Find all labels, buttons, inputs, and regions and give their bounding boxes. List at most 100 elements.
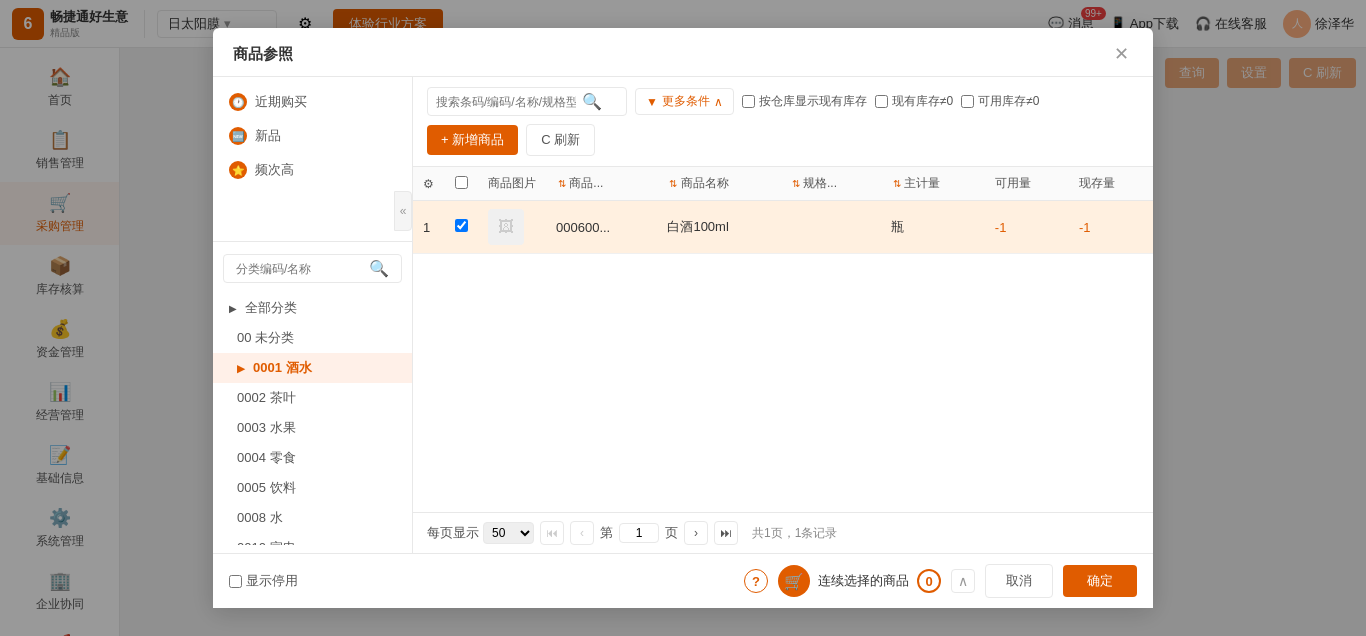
sort-icon: ⇅ [558,178,566,189]
category-search-input[interactable] [236,262,363,276]
left-panel: 🕐 近期购买 🆕 新品 ⭐ 频次高 « 🔍 [213,77,413,553]
tree-expand-icon: ▶ [229,303,237,314]
dialog-body: 🕐 近期购买 🆕 新品 ⭐ 频次高 « 🔍 [213,77,1153,553]
warehouse-display-checkbox[interactable]: 按仓库显示现有库存 [742,93,867,110]
row-spec [780,201,881,254]
clock-icon: 🕐 [229,93,247,111]
dialog-footer: 显示停用 ? 🛒 连续选择的商品 0 ∧ 取消 确定 [213,553,1153,608]
page-number-input[interactable] [619,523,659,543]
filter-icon: ▼ [646,95,658,109]
current-stock-checkbox[interactable]: 现有库存≠0 [875,93,953,110]
product-search-icon[interactable]: 🔍 [582,92,602,111]
cart-area[interactable]: 🛒 连续选择的商品 0 [778,565,941,597]
th-settings[interactable]: ⚙ [413,167,445,201]
th-available: 可用量 [985,167,1069,201]
more-filters-button[interactable]: ▼ 更多条件 ∧ [635,88,734,115]
new-products-nav[interactable]: 🆕 新品 [213,119,412,153]
tree-item-0002[interactable]: 0002 茶叶 [213,383,412,413]
tree-item-0002-label: 0002 茶叶 [237,389,296,407]
tree-all-label: 全部分类 [245,299,297,317]
product-reference-dialog: 商品参照 ✕ 🕐 近期购买 🆕 新品 ⭐ 频次高 « [213,28,1153,608]
tree-item-all[interactable]: ▶ 全部分类 [213,293,412,323]
tree-item-0008-label: 0008 水 [237,509,283,527]
cart-icon: 🛒 [778,565,810,597]
th-code[interactable]: ⇅ 商品... [546,167,657,201]
new-products-label: 新品 [255,127,281,145]
row-checkbox-cell[interactable] [445,201,478,254]
table-row[interactable]: 1 🖼 000600... 白酒100ml 瓶 -1 [413,201,1153,254]
category-search-icon[interactable]: 🔍 [369,259,389,278]
tree-item-0008[interactable]: 0008 水 [213,503,412,533]
show-disabled-input[interactable] [229,575,242,588]
th-check[interactable] [445,167,478,201]
row-checkbox[interactable] [455,219,468,232]
category-search-box: 🔍 [223,254,402,283]
footer-left: 显示停用 [229,572,298,590]
refresh-button[interactable]: C 刷新 [526,124,595,156]
cancel-button[interactable]: 取消 [985,564,1053,598]
collapse-left-panel-button[interactable]: « [394,191,412,231]
tree-item-0005[interactable]: 0005 饮料 [213,473,412,503]
warehouse-display-input[interactable] [742,95,755,108]
show-disabled-checkbox[interactable]: 显示停用 [229,572,298,590]
available-stock-input[interactable] [961,95,974,108]
product-image: 🖼 [488,209,524,245]
tree-item-00[interactable]: 00 未分类 [213,323,412,353]
add-product-button[interactable]: + 新增商品 [427,125,518,155]
table-body: 1 🖼 000600... 白酒100ml 瓶 -1 [413,201,1153,254]
available-stock-checkbox[interactable]: 可用库存≠0 [961,93,1039,110]
total-info: 共1页，1条记录 [752,525,837,542]
row-image-cell: 🖼 [478,201,546,254]
product-table-container: ⚙ 商品图片 ⇅ 商品... ⇅ 商品名称 [413,167,1153,512]
current-stock-input[interactable] [875,95,888,108]
page-size-selector: 每页显示 10 20 50 100 [427,522,534,544]
select-all-checkbox[interactable] [455,176,468,189]
frequent-nav[interactable]: ⭐ 频次高 [213,153,412,187]
sort-icon-name: ⇅ [669,178,677,189]
new-icon: 🆕 [229,127,247,145]
dialog-title: 商品参照 [233,45,293,64]
th-image: 商品图片 [478,167,546,201]
dialog-toolbar: 🔍 ▼ 更多条件 ∧ 按仓库显示现有库存 现有库存≠0 可用库存≠0 [413,77,1153,167]
row-code: 000600... [546,201,657,254]
tree-item-0001[interactable]: ▶ 0001 酒水 [213,353,412,383]
tree-item-00-label: 00 未分类 [237,329,294,347]
th-unit[interactable]: ⇅ 主计量 [881,167,985,201]
cart-label: 连续选择的商品 [818,572,909,590]
sort-icon-unit: ⇅ [893,178,901,189]
tree-item-0001-arrow: ▶ [237,363,245,374]
row-name: 白酒100ml [657,201,779,254]
tree-item-0010[interactable]: 0010 家电 [213,533,412,545]
product-search-input[interactable] [436,95,576,109]
category-tree: ▶ 全部分类 00 未分类 ▶ 0001 酒水 0002 茶叶 0003 水果 [213,289,412,545]
first-page-button[interactable]: ⏮ [540,521,564,545]
tree-item-0004-label: 0004 零食 [237,449,296,467]
left-collapse-row: « [213,187,412,235]
current-stock-label: 现有库存≠0 [892,93,953,110]
row-available: -1 [985,201,1069,254]
last-page-button[interactable]: ⏭ [714,521,738,545]
page-size-select[interactable]: 10 20 50 100 [483,522,534,544]
prev-page-button[interactable]: ‹ [570,521,594,545]
help-icon[interactable]: ? [744,569,768,593]
recent-purchase-nav[interactable]: 🕐 近期购买 [213,85,412,119]
th-stock: 现存量 [1069,167,1153,201]
tree-item-0003[interactable]: 0003 水果 [213,413,412,443]
tree-item-0004[interactable]: 0004 零食 [213,443,412,473]
dialog-header: 商品参照 ✕ [213,28,1153,77]
th-name[interactable]: ⇅ 商品名称 [657,167,779,201]
cart-collapse-button[interactable]: ∧ [951,569,975,593]
page-suffix-label: 页 [665,524,678,542]
page-label: 第 [600,524,613,542]
tree-item-0003-label: 0003 水果 [237,419,296,437]
confirm-button[interactable]: 确定 [1063,565,1137,597]
show-disabled-label: 显示停用 [246,572,298,590]
dialog-close-button[interactable]: ✕ [1109,42,1133,66]
chevron-up-icon: ∧ [714,95,723,109]
star-icon: ⭐ [229,161,247,179]
th-spec[interactable]: ⇅ 规格... [780,167,881,201]
more-filters-label: 更多条件 [662,93,710,110]
table-header: ⚙ 商品图片 ⇅ 商品... ⇅ 商品名称 [413,167,1153,201]
next-page-button[interactable]: › [684,521,708,545]
tree-item-0005-label: 0005 饮料 [237,479,296,497]
